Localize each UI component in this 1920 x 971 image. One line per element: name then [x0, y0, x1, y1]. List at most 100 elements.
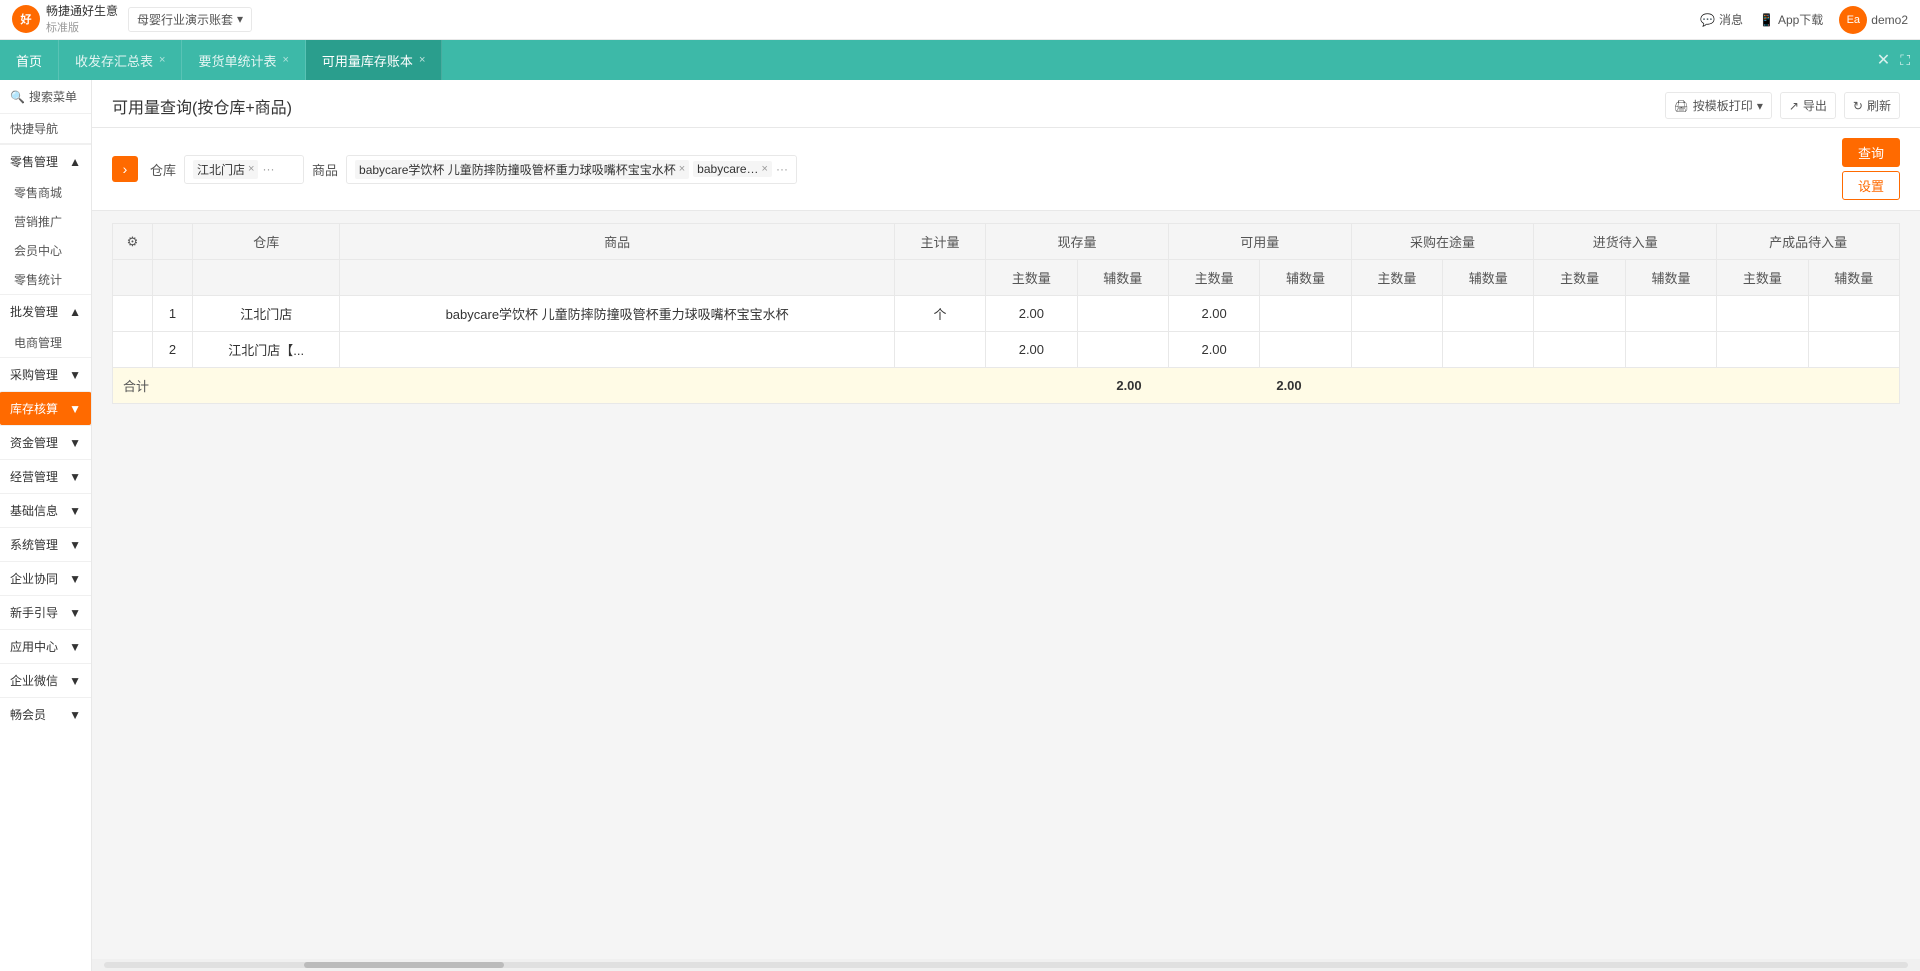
filter-toggle-btn[interactable]: ›: [112, 156, 138, 182]
app-download-btn[interactable]: 📱 App下载: [1759, 11, 1823, 28]
th-avail-main: 主数量: [1168, 260, 1259, 296]
tab-close-order[interactable]: ×: [282, 54, 288, 66]
tab-order-stats[interactable]: 要货单统计表 ×: [182, 40, 305, 80]
top-bar-left: 好 畅捷通好生意 标准版 母婴行业演示账套 ▾: [12, 4, 252, 34]
chevron-down-icon5: ▼: [69, 504, 81, 518]
logo-icon: 好: [12, 5, 40, 33]
expand-btn[interactable]: ⛶: [1900, 52, 1910, 69]
refresh-btn[interactable]: ↻ 刷新: [1844, 92, 1900, 119]
message-btn[interactable]: 💬 消息: [1700, 11, 1743, 28]
user-menu[interactable]: Ea demo2: [1839, 6, 1908, 34]
chevron-down-icon7: ▼: [69, 572, 81, 586]
warehouse-tag-remove[interactable]: ×: [248, 163, 254, 175]
industry-selector[interactable]: 母婴行业演示账套 ▾: [128, 7, 252, 32]
sidebar: 🔍 搜索菜单 快捷导航 零售管理 ▲ 零售商城 营销推广 会员中心 零售统计 批…: [0, 80, 92, 971]
goods-tag-remove[interactable]: ×: [679, 163, 685, 175]
sidebar-section-system[interactable]: 系统管理 ▼: [0, 527, 91, 561]
tab-receive-summary[interactable]: 收发存汇总表 ×: [59, 40, 182, 80]
warehouse-more-icon[interactable]: ···: [262, 162, 274, 176]
footer-label: 合计: [123, 376, 283, 395]
tab-close-receive[interactable]: ×: [159, 54, 165, 66]
sidebar-section-operations[interactable]: 经营管理 ▼: [0, 459, 91, 493]
goods-tag2-remove[interactable]: ×: [762, 163, 768, 175]
th-prod-aux: 辅数量: [1808, 260, 1899, 296]
sidebar-section-apps[interactable]: 应用中心 ▼: [0, 629, 91, 663]
tab-home[interactable]: 首页: [0, 40, 59, 80]
page-actions: 🖨 按模板打印 ▾ ↗ 导出 ↻ 刷新: [1665, 92, 1900, 119]
table-row: 2 江北门店【... 2.00 2.00: [113, 332, 1900, 368]
scrollbar-track[interactable]: [104, 962, 1908, 968]
td-current-aux: [1077, 296, 1168, 332]
chevron-down-icon4: ▼: [69, 470, 81, 484]
print-btn[interactable]: 🖨 按模板打印 ▾: [1665, 92, 1772, 119]
warehouse-input[interactable]: 江北门店 × ···: [184, 155, 304, 184]
sidebar-section-inventory[interactable]: 库存核算 ▼: [0, 391, 91, 425]
data-table: ⚙ 仓库 商品 主计量 现存量 可用量 采购在途量 进货待入量 产成品待入量: [112, 223, 1900, 368]
sidebar-quick-nav[interactable]: 快捷导航: [0, 114, 91, 144]
sidebar-section-purchase[interactable]: 采购管理 ▼: [0, 357, 91, 391]
td-current-main: 2.00: [986, 332, 1077, 368]
tab-available-stock[interactable]: 可用量库存账本 ×: [306, 40, 442, 80]
sidebar-search[interactable]: 🔍 搜索菜单: [0, 80, 91, 114]
scrollbar-area[interactable]: [92, 959, 1920, 971]
th-warehouse2: [193, 260, 340, 296]
search-icon: 🔍: [10, 90, 25, 104]
sidebar-item-members[interactable]: 会员中心: [0, 236, 91, 265]
th-incoming-pending: 进货待入量: [1534, 224, 1717, 260]
page-title: 可用量查询(按仓库+商品): [112, 94, 292, 118]
th-unit: 主计量: [894, 224, 985, 260]
td-pur-main: [1351, 332, 1442, 368]
dropdown-icon: ▾: [237, 12, 243, 26]
th-settings2: [113, 260, 153, 296]
th-pur-main: 主数量: [1351, 260, 1442, 296]
sidebar-item-retail-stats[interactable]: 零售统计: [0, 265, 91, 294]
sidebar-section-wechat[interactable]: 企业微信 ▼: [0, 663, 91, 697]
th-current-main: 主数量: [986, 260, 1077, 296]
td-settings: [113, 296, 153, 332]
filter-actions: 查询 设置: [1842, 138, 1900, 200]
sidebar-section-enterprise[interactable]: 企业协同 ▼: [0, 561, 91, 595]
chevron-down-icon: ▼: [69, 368, 81, 382]
query-btn[interactable]: 查询: [1842, 138, 1900, 167]
sidebar-item-ecommerce[interactable]: 电商管理: [0, 328, 91, 357]
chevron-down-icon6: ▼: [69, 538, 81, 552]
sidebar-item-marketing[interactable]: 营销推广: [0, 207, 91, 236]
chevron-down-icon11: ▼: [69, 708, 81, 722]
td-settings: [113, 332, 153, 368]
goods-input[interactable]: babycare学饮杯 儿童防摔防撞吸管杯重力球吸嘴杯宝宝水杯 × babyca…: [346, 155, 797, 184]
th-current-aux: 辅数量: [1077, 260, 1168, 296]
nav-tabs-right: ✕ ⛶: [1867, 40, 1920, 80]
chevron-down-icon8: ▼: [69, 606, 81, 620]
scrollbar-thumb[interactable]: [304, 962, 504, 968]
td-unit: 个: [894, 296, 985, 332]
chevron-down-icon9: ▼: [69, 640, 81, 654]
td-prod-aux: [1808, 296, 1899, 332]
main-layout: 🔍 搜索菜单 快捷导航 零售管理 ▲ 零售商城 营销推广 会员中心 零售统计 批…: [0, 80, 1920, 971]
sidebar-section-wholesale[interactable]: 批发管理 ▲: [0, 294, 91, 328]
logo-area: 好 畅捷通好生意 标准版: [12, 4, 118, 34]
print-icon: 🖨: [1674, 99, 1689, 113]
sidebar-item-retail-mall[interactable]: 零售商城: [0, 178, 91, 207]
logo-text: 畅捷通好生意: [46, 4, 118, 18]
td-inc-main: [1534, 332, 1625, 368]
chevron-up-icon2: ▲: [69, 305, 81, 319]
th-no: [153, 224, 193, 260]
goods-more-icon[interactable]: ···: [776, 162, 788, 176]
th-settings[interactable]: ⚙: [113, 224, 153, 260]
sidebar-section-basics[interactable]: 基础信息 ▼: [0, 493, 91, 527]
close-all-btn[interactable]: ✕: [1877, 50, 1890, 70]
td-inc-main: [1534, 296, 1625, 332]
logo-text-area: 畅捷通好生意 标准版: [46, 4, 118, 34]
td-avail-main: 2.00: [1168, 296, 1259, 332]
tab-close-available[interactable]: ×: [419, 54, 425, 66]
sidebar-section-member[interactable]: 畅会员 ▼: [0, 697, 91, 731]
export-btn[interactable]: ↗ 导出: [1780, 92, 1836, 119]
settings-btn[interactable]: 设置: [1842, 171, 1900, 200]
sidebar-section-retail[interactable]: 零售管理 ▲: [0, 144, 91, 178]
sidebar-section-finance[interactable]: 资金管理 ▼: [0, 425, 91, 459]
sidebar-section-newbie[interactable]: 新手引导 ▼: [0, 595, 91, 629]
td-pur-main: [1351, 296, 1442, 332]
td-avail-aux: [1260, 332, 1351, 368]
td-current-aux: [1077, 332, 1168, 368]
td-warehouse: 江北门店【...: [193, 332, 340, 368]
